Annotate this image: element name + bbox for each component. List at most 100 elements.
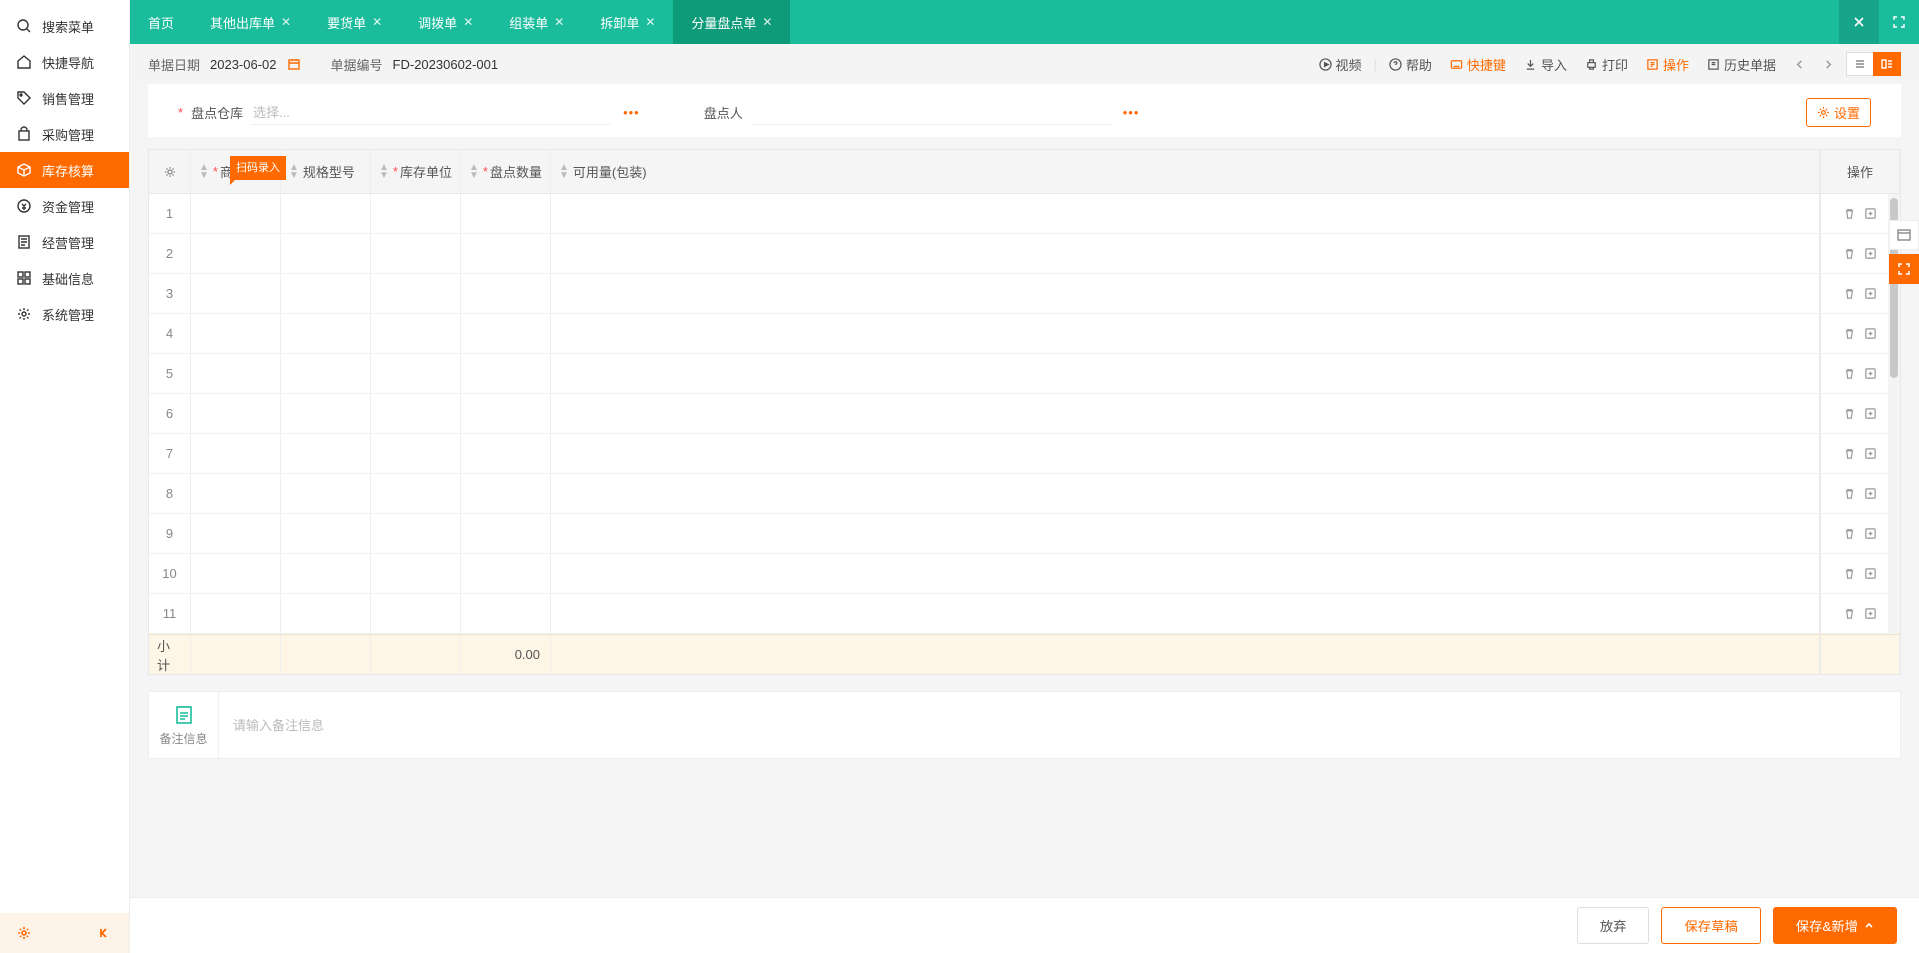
sidebar-item-business[interactable]: 经营管理 xyxy=(0,224,129,260)
table-row[interactable]: 8 xyxy=(149,474,1900,514)
calendar-icon[interactable] xyxy=(287,57,301,71)
save-draft-button[interactable]: 保存草稿 xyxy=(1661,907,1760,944)
cell-spec[interactable] xyxy=(281,234,371,273)
cell-spec[interactable] xyxy=(281,434,371,473)
scan-tag[interactable]: 扫码录入 xyxy=(230,156,286,180)
cell-qty[interactable] xyxy=(461,314,551,353)
delete-row-icon[interactable] xyxy=(1843,327,1856,340)
cell-unit[interactable] xyxy=(371,514,461,553)
add-row-icon[interactable] xyxy=(1864,207,1877,220)
cell-unit[interactable] xyxy=(371,474,461,513)
add-row-icon[interactable] xyxy=(1864,367,1877,380)
import-button[interactable]: 导入 xyxy=(1518,52,1573,77)
cell-avail[interactable] xyxy=(551,394,1820,433)
view-card-button[interactable] xyxy=(1873,52,1901,76)
table-row[interactable]: 9 xyxy=(149,514,1900,554)
th-avail[interactable]: ▲▼可用量(包装) xyxy=(551,150,1820,193)
sidebar-item-base[interactable]: 基础信息 xyxy=(0,260,129,296)
cell-spec[interactable] xyxy=(281,554,371,593)
settings-button[interactable]: 设置 xyxy=(1806,98,1871,127)
warehouse-input[interactable] xyxy=(251,101,611,125)
cell-qty[interactable] xyxy=(461,434,551,473)
add-row-icon[interactable] xyxy=(1864,327,1877,340)
cell-avail[interactable] xyxy=(551,474,1820,513)
cell-product[interactable] xyxy=(191,354,281,393)
close-icon[interactable]: ✕ xyxy=(281,15,291,29)
table-row[interactable]: 3 xyxy=(149,274,1900,314)
tab-request[interactable]: 要货单✕ xyxy=(309,0,400,44)
cell-qty[interactable] xyxy=(461,354,551,393)
close-icon[interactable]: ✕ xyxy=(645,15,655,29)
th-unit[interactable]: ▲▼*库存单位 xyxy=(371,150,461,193)
cell-product[interactable] xyxy=(191,474,281,513)
cell-unit[interactable] xyxy=(371,354,461,393)
operate-button[interactable]: 操作 xyxy=(1640,52,1695,77)
cell-product[interactable] xyxy=(191,434,281,473)
float-card-icon[interactable] xyxy=(1889,220,1919,250)
cell-unit[interactable] xyxy=(371,314,461,353)
cell-product[interactable] xyxy=(191,314,281,353)
collapse-icon[interactable] xyxy=(97,925,113,941)
add-row-icon[interactable] xyxy=(1864,567,1877,580)
tab-inventory-check[interactable]: 分量盘点单✕ xyxy=(673,0,790,44)
table-row[interactable]: 5 xyxy=(149,354,1900,394)
cell-avail[interactable] xyxy=(551,554,1820,593)
close-icon[interactable]: ✕ xyxy=(762,15,772,29)
person-picker-icon[interactable]: ••• xyxy=(1119,105,1144,120)
table-row[interactable]: 4 xyxy=(149,314,1900,354)
close-icon[interactable]: ✕ xyxy=(372,15,382,29)
cell-unit[interactable] xyxy=(371,594,461,633)
cell-spec[interactable] xyxy=(281,514,371,553)
cell-unit[interactable] xyxy=(371,234,461,273)
cell-spec[interactable] xyxy=(281,354,371,393)
cell-product[interactable] xyxy=(191,274,281,313)
discard-button[interactable]: 放弃 xyxy=(1577,907,1650,944)
delete-row-icon[interactable] xyxy=(1843,407,1856,420)
cell-spec[interactable] xyxy=(281,274,371,313)
settings-icon[interactable] xyxy=(16,925,32,941)
cell-qty[interactable] xyxy=(461,474,551,513)
sidebar-item-inventory[interactable]: 库存核算 xyxy=(0,152,129,188)
th-product[interactable]: ▲▼*商品扫码录入 xyxy=(191,150,281,193)
sidebar-item-nav[interactable]: 快捷导航 xyxy=(0,44,129,80)
add-row-icon[interactable] xyxy=(1864,447,1877,460)
delete-row-icon[interactable] xyxy=(1843,247,1856,260)
sidebar-item-system[interactable]: 系统管理 xyxy=(0,296,129,332)
delete-row-icon[interactable] xyxy=(1843,207,1856,220)
help-button[interactable]: 帮助 xyxy=(1383,52,1438,77)
cell-product[interactable] xyxy=(191,194,281,233)
warehouse-picker-icon[interactable]: ••• xyxy=(619,105,644,120)
tab-home[interactable]: 首页 xyxy=(130,0,192,44)
cell-spec[interactable] xyxy=(281,194,371,233)
cell-qty[interactable] xyxy=(461,274,551,313)
cell-qty[interactable] xyxy=(461,514,551,553)
cell-avail[interactable] xyxy=(551,354,1820,393)
cell-avail[interactable] xyxy=(551,314,1820,353)
cell-qty[interactable] xyxy=(461,194,551,233)
remarks-input[interactable] xyxy=(219,692,1900,758)
cell-unit[interactable] xyxy=(371,434,461,473)
tab-disassemble[interactable]: 拆卸单✕ xyxy=(582,0,673,44)
delete-row-icon[interactable] xyxy=(1843,567,1856,580)
table-row[interactable]: 7 xyxy=(149,434,1900,474)
cell-spec[interactable] xyxy=(281,594,371,633)
sidebar-item-finance[interactable]: 资金管理 xyxy=(0,188,129,224)
add-row-icon[interactable] xyxy=(1864,287,1877,300)
cell-avail[interactable] xyxy=(551,194,1820,233)
cell-avail[interactable] xyxy=(551,434,1820,473)
cell-qty[interactable] xyxy=(461,394,551,433)
float-expand-icon[interactable] xyxy=(1889,254,1919,284)
cell-product[interactable] xyxy=(191,234,281,273)
hotkey-button[interactable]: 快捷键 xyxy=(1444,52,1512,77)
tab-assemble[interactable]: 组装单✕ xyxy=(491,0,582,44)
close-icon[interactable]: ✕ xyxy=(463,15,473,29)
delete-row-icon[interactable] xyxy=(1843,487,1856,500)
delete-row-icon[interactable] xyxy=(1843,367,1856,380)
sidebar-item-purchase[interactable]: 采购管理 xyxy=(0,116,129,152)
prev-button[interactable] xyxy=(1788,56,1811,73)
delete-row-icon[interactable] xyxy=(1843,287,1856,300)
video-button[interactable]: 视频 xyxy=(1313,52,1368,77)
add-row-icon[interactable] xyxy=(1864,527,1877,540)
close-icon[interactable]: ✕ xyxy=(554,15,564,29)
cell-qty[interactable] xyxy=(461,234,551,273)
